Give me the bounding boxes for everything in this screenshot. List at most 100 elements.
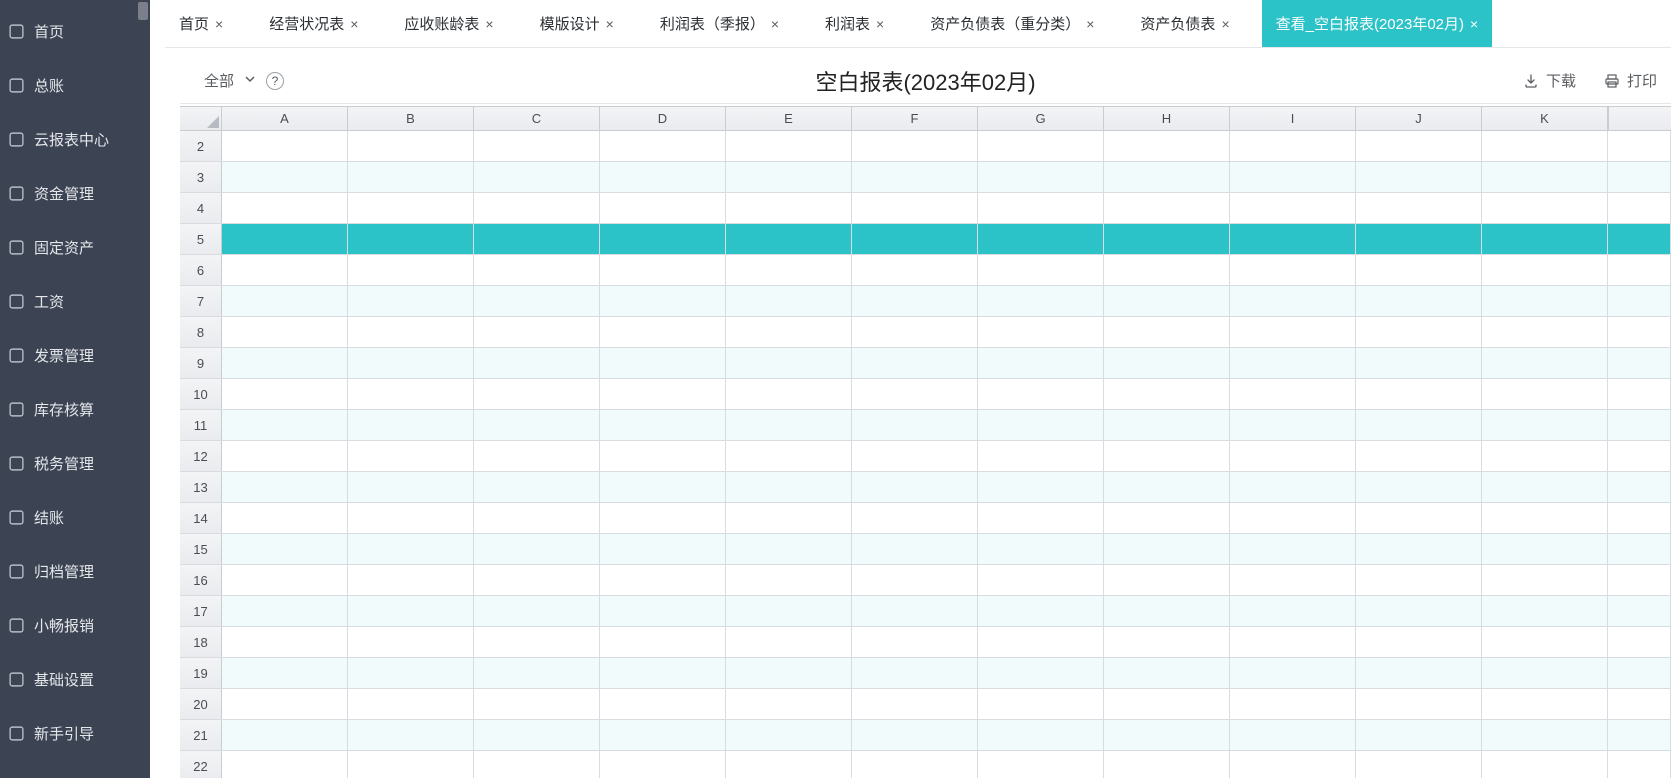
- tab-4[interactable]: 利润表（季报）×: [646, 0, 793, 47]
- cell[interactable]: [1356, 317, 1482, 347]
- cell[interactable]: [1356, 348, 1482, 378]
- cell[interactable]: [978, 224, 1104, 254]
- cell[interactable]: [978, 286, 1104, 316]
- cell[interactable]: [1104, 131, 1230, 161]
- cell[interactable]: [222, 720, 348, 750]
- cell[interactable]: [1482, 162, 1608, 192]
- cell[interactable]: [348, 193, 474, 223]
- cell[interactable]: [222, 689, 348, 719]
- cell[interactable]: [1482, 658, 1608, 688]
- cell[interactable]: [348, 503, 474, 533]
- cell[interactable]: [1608, 658, 1671, 688]
- cell[interactable]: [978, 689, 1104, 719]
- row-header[interactable]: 3: [180, 162, 222, 192]
- cell[interactable]: [1482, 317, 1608, 347]
- cell[interactable]: [978, 379, 1104, 409]
- cell[interactable]: [1230, 441, 1356, 471]
- cell[interactable]: [1230, 565, 1356, 595]
- cell[interactable]: [1104, 224, 1230, 254]
- cell[interactable]: [1608, 224, 1671, 254]
- cell[interactable]: [348, 131, 474, 161]
- cell[interactable]: [600, 317, 726, 347]
- cell[interactable]: [978, 503, 1104, 533]
- cell[interactable]: [1230, 193, 1356, 223]
- cell[interactable]: [1356, 131, 1482, 161]
- cell[interactable]: [600, 596, 726, 626]
- close-icon[interactable]: ×: [1086, 16, 1094, 32]
- cell[interactable]: [978, 534, 1104, 564]
- cell[interactable]: [348, 224, 474, 254]
- sidebar-item-archive[interactable]: 归档管理: [0, 544, 150, 598]
- cell[interactable]: [1356, 596, 1482, 626]
- cell[interactable]: [600, 348, 726, 378]
- cell[interactable]: [1608, 193, 1671, 223]
- cell[interactable]: [1356, 565, 1482, 595]
- cell[interactable]: [726, 441, 852, 471]
- cell[interactable]: [1356, 534, 1482, 564]
- close-icon[interactable]: ×: [350, 16, 358, 32]
- cell[interactable]: [852, 410, 978, 440]
- cell[interactable]: [222, 565, 348, 595]
- cell[interactable]: [978, 658, 1104, 688]
- cell[interactable]: [1356, 410, 1482, 440]
- tab-1[interactable]: 经营状况表×: [255, 0, 372, 47]
- cell[interactable]: [348, 410, 474, 440]
- cell[interactable]: [222, 658, 348, 688]
- cell[interactable]: [978, 193, 1104, 223]
- cell[interactable]: [1608, 503, 1671, 533]
- cell[interactable]: [852, 379, 978, 409]
- cell[interactable]: [1608, 689, 1671, 719]
- row-header[interactable]: 22: [180, 751, 222, 778]
- cell[interactable]: [222, 317, 348, 347]
- cell[interactable]: [348, 472, 474, 502]
- cell[interactable]: [474, 751, 600, 778]
- sidebar-item-ledger[interactable]: 总账: [0, 58, 150, 112]
- cell[interactable]: [1230, 317, 1356, 347]
- tab-6[interactable]: 资产负债表（重分类）×: [916, 0, 1108, 47]
- cell[interactable]: [1104, 658, 1230, 688]
- cell[interactable]: [1356, 441, 1482, 471]
- cell[interactable]: [348, 751, 474, 778]
- cell[interactable]: [474, 193, 600, 223]
- cell[interactable]: [1608, 751, 1671, 778]
- cell[interactable]: [1356, 751, 1482, 778]
- cell[interactable]: [600, 720, 726, 750]
- cell[interactable]: [474, 317, 600, 347]
- cell[interactable]: [1608, 410, 1671, 440]
- cell[interactable]: [852, 193, 978, 223]
- cell[interactable]: [1356, 224, 1482, 254]
- sidebar-item-home[interactable]: 首页: [0, 4, 150, 58]
- close-icon[interactable]: ×: [485, 16, 493, 32]
- cell[interactable]: [1230, 689, 1356, 719]
- row-header[interactable]: 20: [180, 689, 222, 719]
- column-header[interactable]: J: [1356, 107, 1482, 130]
- tab-5[interactable]: 利润表×: [811, 0, 898, 47]
- cell[interactable]: [474, 255, 600, 285]
- cell[interactable]: [726, 317, 852, 347]
- cell[interactable]: [474, 441, 600, 471]
- cell[interactable]: [1104, 348, 1230, 378]
- cell[interactable]: [1608, 720, 1671, 750]
- cell[interactable]: [348, 596, 474, 626]
- cell[interactable]: [1104, 286, 1230, 316]
- cell[interactable]: [852, 689, 978, 719]
- cell[interactable]: [1482, 286, 1608, 316]
- cell[interactable]: [600, 658, 726, 688]
- cell[interactable]: [978, 162, 1104, 192]
- tab-3[interactable]: 模版设计×: [526, 0, 628, 47]
- cell[interactable]: [474, 472, 600, 502]
- cell[interactable]: [1230, 503, 1356, 533]
- cell[interactable]: [1482, 472, 1608, 502]
- cell[interactable]: [222, 534, 348, 564]
- cell[interactable]: [726, 534, 852, 564]
- cell[interactable]: [1356, 472, 1482, 502]
- download-button[interactable]: 下载: [1523, 70, 1576, 91]
- cell[interactable]: [1104, 410, 1230, 440]
- cell[interactable]: [474, 627, 600, 657]
- cell[interactable]: [1230, 224, 1356, 254]
- cell[interactable]: [1104, 503, 1230, 533]
- cell[interactable]: [1230, 286, 1356, 316]
- cell[interactable]: [1230, 255, 1356, 285]
- row-header[interactable]: 7: [180, 286, 222, 316]
- cell[interactable]: [600, 379, 726, 409]
